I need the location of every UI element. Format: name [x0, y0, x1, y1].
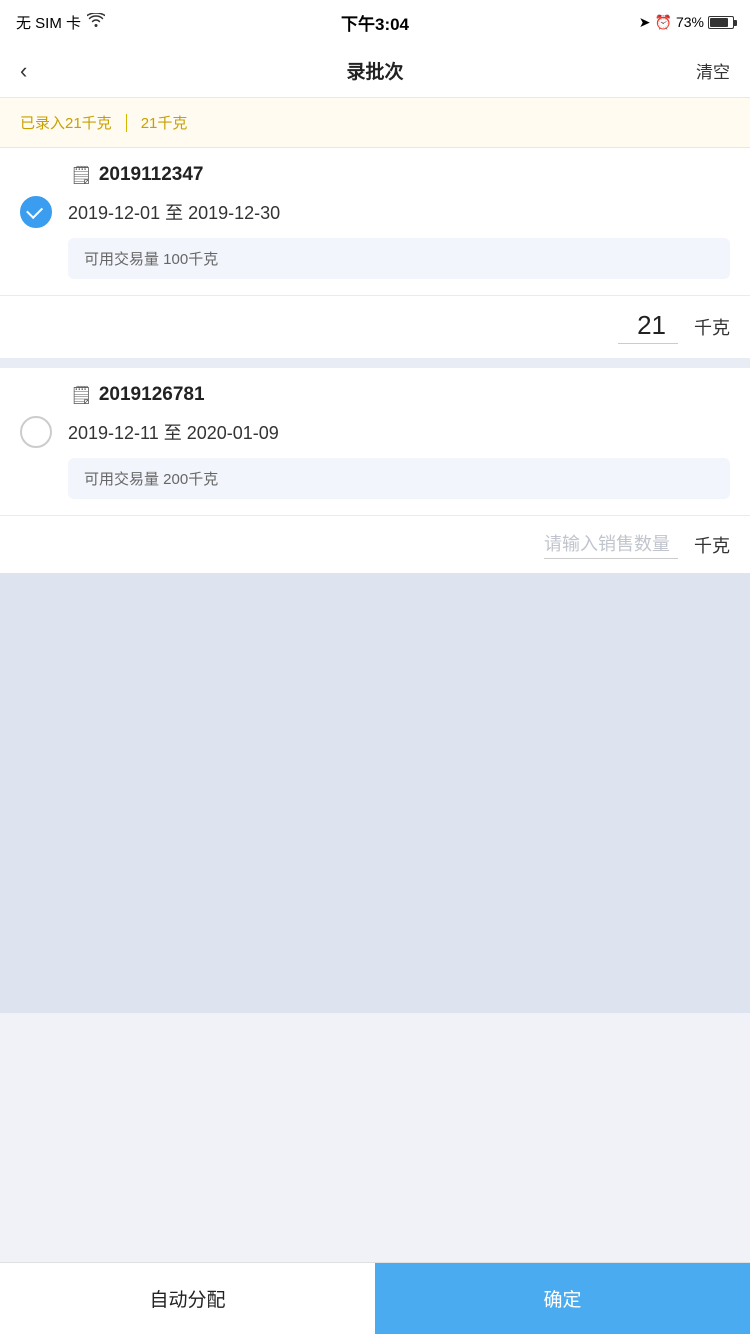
batch-doc-icon-2: 🗒 — [70, 385, 93, 406]
qty-input-1[interactable]: 21 — [618, 310, 678, 344]
auto-distribute-button[interactable]: 自动分配 — [0, 1263, 375, 1334]
batch-row-2: 2019-12-11 至 2020-01-09 — [20, 416, 730, 448]
qty-value-1: 21 — [637, 310, 666, 340]
qty-row-1: 21 千克 — [0, 295, 750, 358]
status-time: 下午3:04 — [341, 10, 409, 35]
page-title: 录批次 — [346, 57, 403, 84]
batch-availability-1: 可用交易量 100千克 — [68, 238, 730, 279]
batch-card-2: 🗒 2019126781 2019-12-11 至 2020-01-09 可用交… — [0, 368, 750, 515]
section-divider — [0, 358, 750, 368]
qty-unit-2: 千克 — [694, 532, 730, 558]
qty-input-2[interactable]: 请输入销售数量 — [544, 530, 678, 559]
batch-card-1: 🗒 2019112347 2019-12-01 至 2019-12-30 可用交… — [0, 148, 750, 295]
qty-unit-1: 千克 — [694, 314, 730, 340]
batch-id-1: 2019112347 — [99, 164, 204, 186]
batch-row-1: 2019-12-01 至 2019-12-30 — [20, 196, 730, 228]
batch-radio-1[interactable] — [20, 196, 52, 228]
main-content: 已录入21千克 21千克 🗒 2019112347 2019-12-01 至 2… — [0, 98, 750, 1085]
battery-percent: 73% — [676, 14, 704, 30]
nav-bar: ‹ 录批次 清空 — [0, 44, 750, 98]
bottom-buttons: 自动分配 确定 — [0, 1262, 750, 1334]
info-banner: 已录入21千克 21千克 — [0, 98, 750, 148]
batch-doc-icon-1: 🗒 — [70, 165, 93, 186]
banner-divider — [126, 114, 127, 132]
batch-id-2: 2019126781 — [99, 384, 205, 406]
alarm-icon: ⏰ — [655, 14, 672, 31]
batch-header-1: 🗒 2019112347 — [20, 164, 730, 186]
back-button[interactable]: ‹ — [12, 50, 35, 92]
batch-date-2: 2019-12-11 至 2020-01-09 — [68, 419, 279, 445]
status-bar: 无 SIM 卡 下午3:04 ➤ ⏰ 73% — [0, 0, 750, 44]
batch-header-2: 🗒 2019126781 — [20, 384, 730, 406]
total-amount: 21千克 — [141, 112, 188, 133]
wifi-icon — [87, 13, 105, 31]
batch-availability-2: 可用交易量 200千克 — [68, 458, 730, 499]
battery-icon — [708, 16, 734, 29]
batch-date-1: 2019-12-01 至 2019-12-30 — [68, 199, 280, 225]
empty-area — [0, 573, 750, 1013]
qty-row-2: 请输入销售数量 千克 — [0, 515, 750, 573]
batch-radio-2[interactable] — [20, 416, 52, 448]
status-right: ➤ ⏰ 73% — [639, 14, 734, 31]
qty-placeholder-2: 请输入销售数量 — [544, 534, 670, 554]
confirm-button[interactable]: 确定 — [375, 1263, 750, 1334]
location-icon: ➤ — [639, 14, 651, 31]
carrier-label: 无 SIM 卡 — [16, 12, 81, 33]
recorded-amount: 已录入21千克 — [20, 112, 112, 133]
clear-button[interactable]: 清空 — [696, 58, 730, 83]
status-left: 无 SIM 卡 — [16, 12, 105, 33]
